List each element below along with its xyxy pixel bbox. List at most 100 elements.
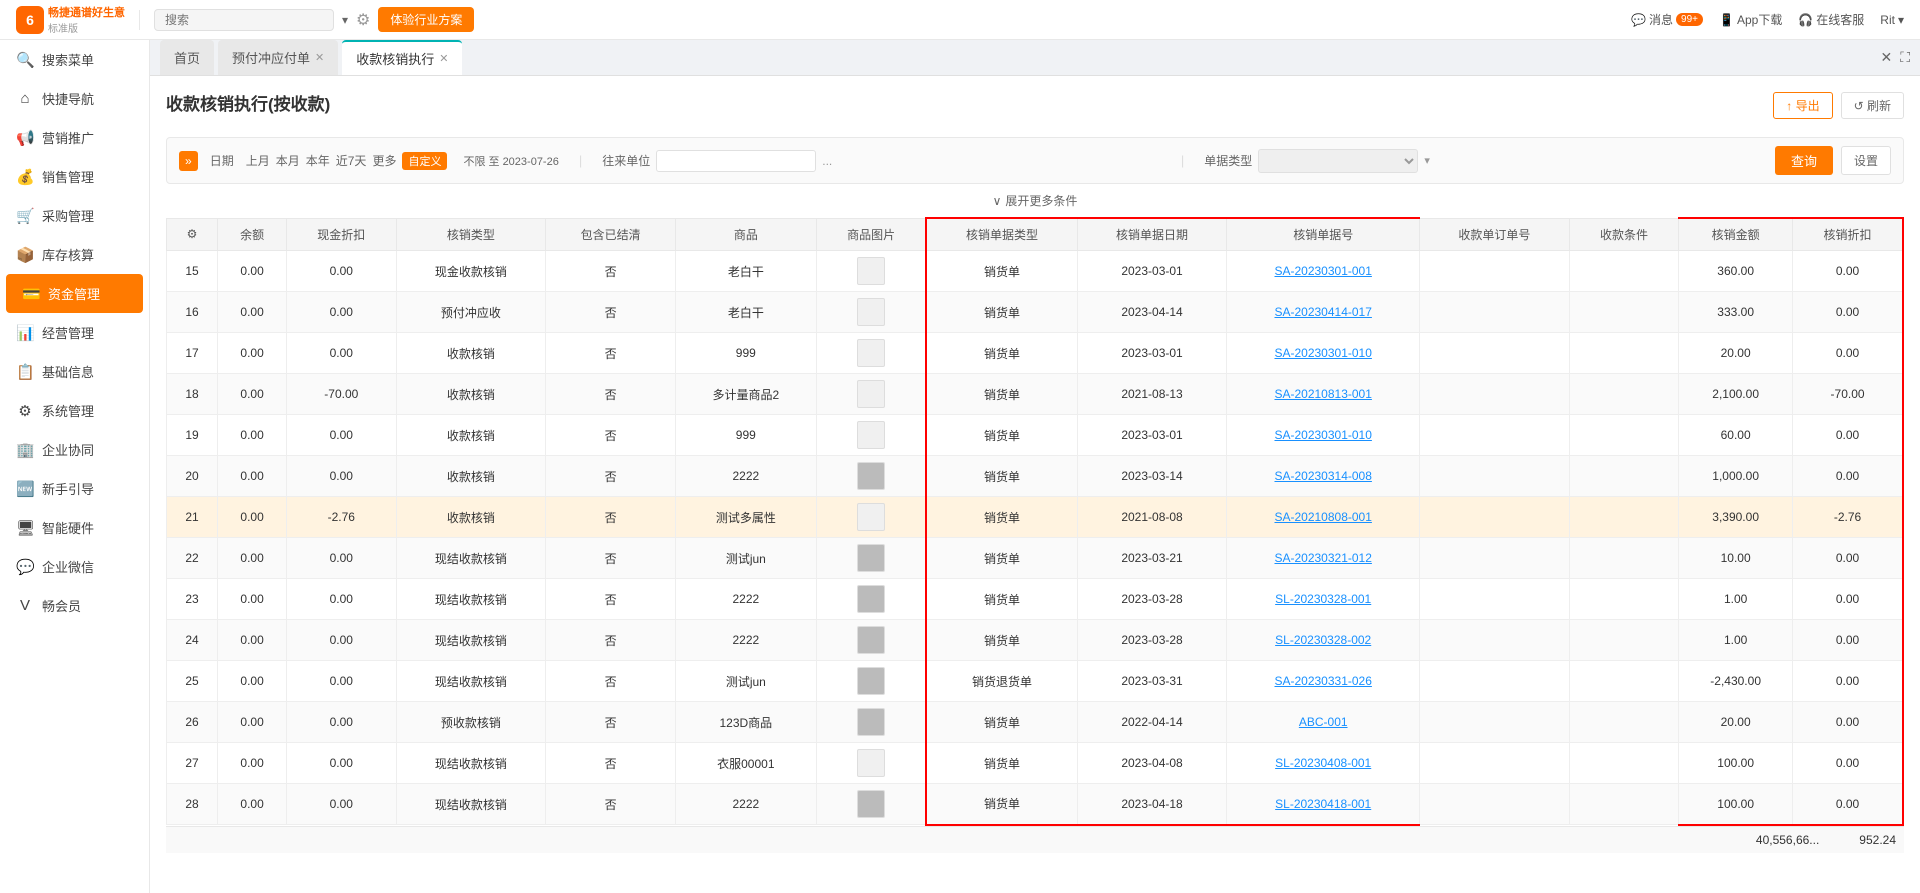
- sidebar-item-wechat[interactable]: 💬企业微信: [0, 547, 149, 586]
- cancel_discount-cell: 0.00: [1793, 579, 1903, 620]
- col-header-cash_discount: 现金折扣: [287, 218, 396, 251]
- tab-receipt[interactable]: 收款核销执行 ✕: [342, 40, 462, 75]
- app-download-item[interactable]: 📱 App下载: [1719, 11, 1782, 28]
- filter-settings-btn[interactable]: 设置: [1841, 146, 1891, 175]
- goods_img-cell: [816, 784, 926, 825]
- cancel-bill-no-link[interactable]: ABC-001: [1299, 715, 1348, 729]
- system-icon: ⚙: [16, 402, 34, 420]
- sidebar-item-guide[interactable]: 🆕新手引导: [0, 469, 149, 508]
- sidebar-item-marketing[interactable]: 📢营销推广: [0, 118, 149, 157]
- sidebar-item-inventory[interactable]: 📦库存核算: [0, 235, 149, 274]
- cash_discount-cell: 0.00: [287, 784, 396, 825]
- date-option-this-month[interactable]: 本月: [276, 152, 300, 169]
- brand-version: 标准版: [48, 20, 125, 35]
- filter-bill-type-select[interactable]: [1258, 149, 1418, 173]
- cancel_amount-cell: 3,390.00: [1679, 497, 1793, 538]
- industry-btn[interactable]: 体验行业方案: [378, 7, 474, 32]
- sidebar-item-purchase[interactable]: 🛒采购管理: [0, 196, 149, 235]
- table-row: 180.00-70.00收款核销否多计量商品2销货单2021-08-13SA-2…: [167, 374, 1904, 415]
- query-button[interactable]: 查询: [1775, 146, 1833, 175]
- cancel-bill-no-link[interactable]: SL-20230328-002: [1275, 633, 1371, 647]
- goods-cell: 2222: [675, 579, 816, 620]
- sidebar-item-company[interactable]: 🏢企业协同: [0, 430, 149, 469]
- receipt_order_no-cell: [1419, 374, 1569, 415]
- cancel-bill-no-link[interactable]: SL-20230418-001: [1275, 797, 1371, 811]
- cancel-bill-no-link[interactable]: SA-20230331-026: [1274, 674, 1371, 688]
- table-row: 200.000.00收款核销否2222销货单2023-03-14SA-20230…: [167, 456, 1904, 497]
- settings-icon[interactable]: ⚙: [356, 10, 370, 30]
- goods-cell: 衣服00001: [675, 743, 816, 784]
- col-header-cancel_discount: 核销折扣: [1793, 218, 1903, 251]
- receipt_cond-cell: [1569, 333, 1678, 374]
- col-header-gear[interactable]: ⚙: [167, 218, 218, 251]
- cancel-bill-no-link[interactable]: SA-20230301-001: [1274, 264, 1371, 278]
- goods-image: [857, 339, 885, 367]
- include_settled-cell: 否: [546, 661, 676, 702]
- sidebar-item-sales[interactable]: 💰销售管理: [0, 157, 149, 196]
- page-title: 收款核销执行(按收款): [166, 90, 330, 115]
- cancel-bill-no-link[interactable]: SA-20230301-010: [1274, 346, 1371, 360]
- date-option-more[interactable]: 更多: [372, 152, 396, 169]
- expand-more-bar[interactable]: ∨ 展开更多条件: [166, 192, 1904, 209]
- goods-image: [857, 298, 885, 326]
- cancel-bill-no-link[interactable]: SA-20230414-017: [1274, 305, 1371, 319]
- filter-unit-input[interactable]: [656, 150, 816, 172]
- user-label: Rit: [1880, 13, 1895, 27]
- receipt_cond-cell: [1569, 251, 1678, 292]
- balance-cell: 0.00: [218, 579, 287, 620]
- cancel-bill-no-link[interactable]: SA-20230321-012: [1274, 551, 1371, 565]
- receipt_order_no-cell: [1419, 251, 1569, 292]
- goods_img-cell: [816, 333, 926, 374]
- bill-type-dropdown[interactable]: ▾: [1424, 154, 1430, 167]
- gear-cell: 16: [167, 292, 218, 333]
- app-download-label: App下载: [1737, 11, 1782, 28]
- sidebar-label-sales: 销售管理: [42, 167, 94, 186]
- filter-dots[interactable]: ...: [822, 154, 832, 168]
- refresh-button[interactable]: ↺ 刷新: [1841, 92, 1904, 119]
- sidebar-item-basic[interactable]: 📋基础信息: [0, 352, 149, 391]
- user-chevron: ▾: [1898, 13, 1904, 27]
- cancel-bill-no-link[interactable]: SA-20210808-001: [1274, 510, 1371, 524]
- export-button[interactable]: ↑ 导出: [1773, 92, 1832, 119]
- goods_img-cell: [816, 292, 926, 333]
- cancel_bill_no-cell: SL-20230328-001: [1227, 579, 1420, 620]
- sidebar-label-quicknav: 快捷导航: [42, 89, 94, 108]
- online-service-item[interactable]: 🎧 在线客服: [1798, 11, 1864, 28]
- sidebar-item-operation[interactable]: 📊经营管理: [0, 313, 149, 352]
- user-item[interactable]: Rit ▾: [1880, 13, 1904, 27]
- dropdown-arrow[interactable]: ▾: [342, 13, 348, 27]
- close-window-icon[interactable]: ✕: [1880, 49, 1892, 66]
- sidebar-item-fund[interactable]: 💳资金管理: [6, 274, 143, 313]
- cancel_amount-cell: 20.00: [1679, 333, 1793, 374]
- tab-prepay[interactable]: 预付冲应付单 ✕: [218, 40, 338, 75]
- date-option-this-year[interactable]: 本年: [306, 152, 330, 169]
- expand-icon[interactable]: ⛶: [1900, 49, 1910, 66]
- top-search-input[interactable]: [154, 9, 334, 31]
- receipt_order_no-cell: [1419, 702, 1569, 743]
- tab-home[interactable]: 首页: [160, 40, 214, 75]
- sidebar-item-quicknav[interactable]: ⌂快捷导航: [0, 79, 149, 118]
- filter-expand-btn[interactable]: »: [179, 151, 198, 171]
- cancel-bill-no-link[interactable]: SA-20210813-001: [1274, 387, 1371, 401]
- tab-prepay-close[interactable]: ✕: [315, 51, 324, 64]
- cancel-bill-no-link[interactable]: SA-20230301-010: [1274, 428, 1371, 442]
- cancel_bill_type-cell: 销货单: [926, 333, 1077, 374]
- goods_img-cell: [816, 538, 926, 579]
- date-custom-btn[interactable]: 自定义: [402, 152, 447, 170]
- receipt_order_no-cell: [1419, 784, 1569, 825]
- date-option-last-month[interactable]: 上月: [246, 152, 270, 169]
- goods-image: [857, 462, 885, 490]
- col-header-receipt_order_no: 收款单订单号: [1419, 218, 1569, 251]
- date-option-7days[interactable]: 近7天: [336, 152, 367, 169]
- cancel-bill-no-link[interactable]: SA-20230314-008: [1274, 469, 1371, 483]
- cancel-bill-no-link[interactable]: SL-20230328-001: [1275, 592, 1371, 606]
- sidebar-item-system[interactable]: ⚙系统管理: [0, 391, 149, 430]
- cancel-bill-no-link[interactable]: SL-20230408-001: [1275, 756, 1371, 770]
- notification-item[interactable]: 💬 消息 99+: [1631, 11, 1703, 28]
- fund-icon: 💳: [22, 285, 40, 303]
- sidebar-item-hardware[interactable]: 🖥智能硬件: [0, 508, 149, 547]
- sidebar-item-search[interactable]: 🔍搜索菜单: [0, 40, 149, 79]
- sidebar-label-purchase: 采购管理: [42, 206, 94, 225]
- tab-receipt-close[interactable]: ✕: [439, 52, 448, 65]
- sidebar-item-vip[interactable]: V畅会员: [0, 586, 149, 625]
